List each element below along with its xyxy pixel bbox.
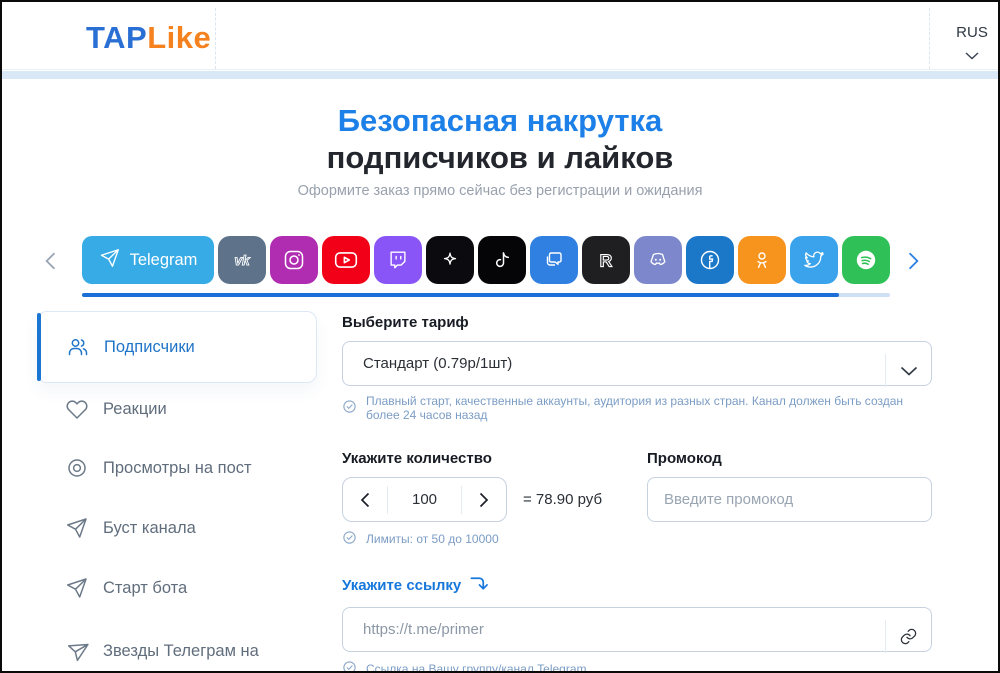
eye-icon: [65, 456, 89, 480]
order-form: Выберите тариф Стандарт (0.79р/1шт) Плав…: [342, 314, 932, 673]
header-divider-left: [215, 8, 216, 69]
arrow-curve-down-icon: [469, 574, 489, 597]
carousel-next-button[interactable]: [906, 251, 926, 271]
sidebar-item-label: Реакции: [103, 399, 167, 418]
platform-sparkle-icon[interactable]: [426, 236, 474, 284]
carousel-scrollbar[interactable]: [82, 293, 890, 297]
sidebar-active-indicator: [37, 313, 41, 381]
chevron-down-icon[interactable]: [885, 354, 931, 387]
platform-vk-icon[interactable]: vk: [218, 236, 266, 284]
carousel-scrollbar-fill: [82, 293, 839, 297]
svg-text:vk: vk: [234, 253, 251, 268]
paper-plane-icon: [62, 636, 91, 665]
telegram-icon: [99, 247, 121, 274]
page-subtitle: Оформите заказ прямо сейчас без регистра…: [297, 183, 703, 199]
platform-instagram-icon[interactable]: [270, 236, 318, 284]
platform-twitch-icon[interactable]: [374, 236, 422, 284]
link-note: Ссылка на Вашу группу/канал Telegram: [342, 660, 932, 673]
platform-facebook-icon[interactable]: [686, 236, 734, 284]
paper-plane-icon: [65, 576, 89, 600]
heart-icon: [65, 397, 89, 421]
check-circle-icon: [342, 530, 357, 548]
platform-tiktok-icon[interactable]: [478, 236, 526, 284]
link-label-text: Укажите ссылку: [342, 577, 462, 594]
check-circle-icon: [342, 660, 357, 671]
sidebar-item-subscribers[interactable]: Подписчики: [37, 311, 317, 383]
platform-chat-icon[interactable]: [530, 236, 578, 284]
users-icon: [66, 335, 90, 359]
paper-plane-icon: [65, 516, 89, 540]
link-input-box: [342, 607, 932, 653]
link-input[interactable]: [343, 621, 931, 638]
header-accent-band: [2, 71, 998, 79]
check-circle-icon: [342, 399, 357, 417]
sidebar-item-telegram-stars[interactable]: Звезды Телеграм на: [37, 622, 317, 671]
sidebar-item-label: Просмотры на пост: [103, 458, 252, 477]
platform-twitter-icon[interactable]: [790, 236, 838, 284]
platform-rutube-icon[interactable]: R: [582, 236, 630, 284]
sidebar-item-post-views[interactable]: Просмотры на пост: [37, 439, 317, 497]
platform-youtube-icon[interactable]: [322, 236, 370, 284]
tariff-select[interactable]: Стандарт (0.79р/1шт): [342, 341, 932, 387]
tariff-label: Выберите тариф: [342, 314, 469, 331]
logo-part-tap: TAP: [86, 20, 148, 55]
quantity-limits-text: Лимиты: от 50 до 10000: [366, 532, 499, 546]
language-label: RUS: [956, 24, 988, 41]
svg-text:R: R: [600, 250, 613, 270]
platform-odnoklassniki-icon[interactable]: [738, 236, 786, 284]
sidebar-item-channel-boost[interactable]: Буст канала: [37, 499, 317, 557]
hero: Безопасная накрутка подписчиков и лайков…: [2, 102, 998, 199]
quantity-stepper: [342, 477, 507, 522]
quantity-limits-note: Лимиты: от 50 до 10000: [342, 530, 647, 548]
sidebar-item-label: Звезды Телеграм на: [103, 641, 259, 660]
tariff-note: Плавный старт, качественные аккаунты, ау…: [342, 394, 932, 422]
telegram-label: Telegram: [129, 250, 198, 269]
link-note-text: Ссылка на Вашу группу/канал Telegram: [366, 662, 587, 673]
page-title-line2: подписчиков и лайков: [326, 140, 674, 175]
carousel-prev-button[interactable]: [42, 251, 62, 271]
price-total: = 78.90 руб: [523, 491, 603, 508]
tariff-selected-value: Стандарт (0.79р/1шт): [363, 355, 513, 372]
platform-carousel: Telegram vk R: [82, 236, 890, 284]
logo[interactable]: TAPLike: [86, 20, 211, 56]
sidebar-item-label: Старт бота: [103, 578, 188, 597]
quantity-input[interactable]: [388, 491, 461, 508]
logo-part-like: Like: [147, 20, 212, 55]
platform-discord-icon[interactable]: [634, 236, 682, 284]
promo-label: Промокод: [647, 450, 722, 467]
language-selector[interactable]: RUS: [950, 24, 994, 64]
page-title-line1: Безопасная накрутка: [337, 103, 663, 138]
quantity-label: Укажите количество: [342, 450, 492, 467]
platform-telegram-button[interactable]: Telegram: [82, 236, 214, 284]
promo-input[interactable]: [647, 477, 932, 522]
sidebar-item-bot-start[interactable]: Старт бота: [37, 559, 317, 617]
sidebar-item-label: Подписчики: [104, 337, 195, 356]
quantity-increase-button[interactable]: [462, 478, 506, 521]
page: TAPLike RUS Безопасная накрутка подписчи…: [0, 0, 1000, 673]
tariff-note-text: Плавный старт, качественные аккаунты, ау…: [366, 394, 904, 422]
link-label: Укажите ссылку: [342, 574, 489, 597]
quantity-decrease-button[interactable]: [343, 478, 387, 521]
sidebar-item-reactions[interactable]: Реакции: [37, 380, 317, 438]
chevron-down-icon: [950, 47, 994, 64]
sidebar-item-label: Буст канала: [103, 518, 196, 537]
link-icon[interactable]: [885, 620, 931, 653]
header: TAPLike RUS: [2, 2, 998, 70]
header-divider-right: [929, 8, 930, 69]
platform-spotify-icon[interactable]: [842, 236, 890, 284]
